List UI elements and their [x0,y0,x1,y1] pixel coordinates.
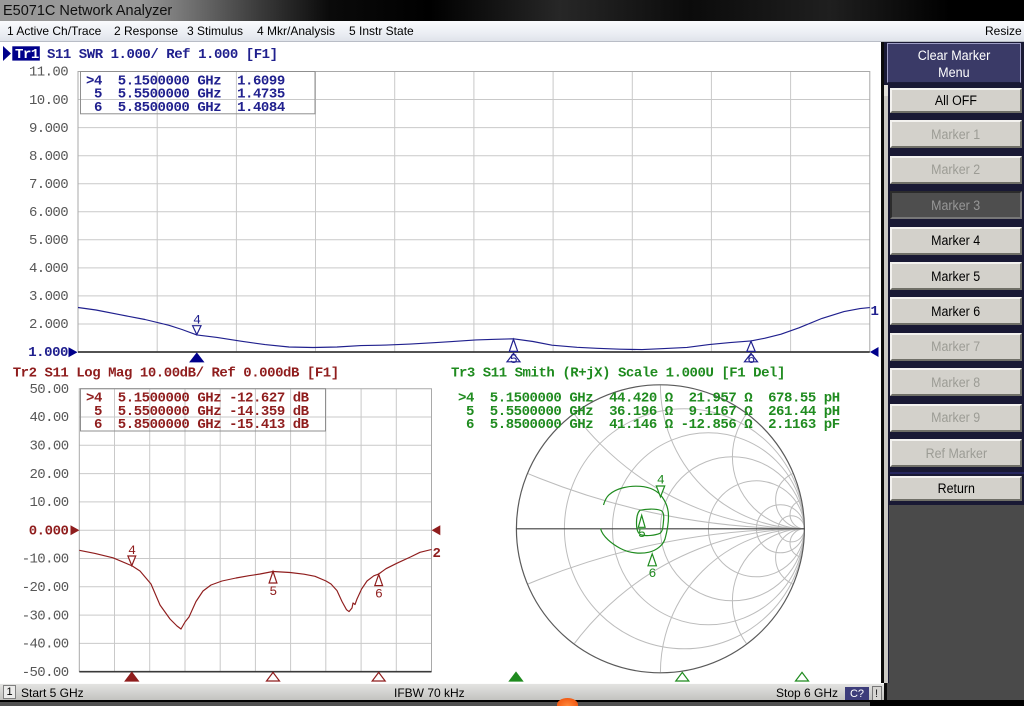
svg-text:2: 2 [433,546,441,562]
svg-text:50.00: 50.00 [29,382,68,398]
svg-text:7.000: 7.000 [29,177,68,193]
svg-text:6.000: 6.000 [29,205,68,221]
svg-text:6: 6 [649,566,656,581]
svg-text:5: 5 [638,526,645,541]
svg-text:11.00: 11.00 [29,65,68,81]
svg-text:8.000: 8.000 [29,149,68,165]
svg-text:30.00: 30.00 [29,439,68,455]
svg-text:Tr3 S11 Smith (R+jX) Scale 1.0: Tr3 S11 Smith (R+jX) Scale 1.000U [F1 De… [451,366,785,382]
svg-text:6 5.8500000 GHz 1.4084: 6 5.8500000 GHz 1.4084 [86,100,285,116]
svg-text:4: 4 [657,473,665,488]
svg-text:S11 SWR 1.000/ Ref 1.000 [F1]: S11 SWR 1.000/ Ref 1.000 [F1] [47,47,278,63]
svg-text:-20.00: -20.00 [22,580,69,596]
svg-text:5: 5 [269,584,276,599]
svg-text:1.000: 1.000 [28,345,68,361]
svg-text:10.00: 10.00 [29,495,68,511]
svg-text:-10.00: -10.00 [22,552,69,568]
svg-text:40.00: 40.00 [29,410,68,426]
svg-text:6: 6 [375,587,382,602]
svg-text:2.000: 2.000 [29,317,68,333]
svg-text:20.00: 20.00 [29,467,68,483]
svg-text:-40.00: -40.00 [22,637,69,653]
svg-text:-50.00: -50.00 [22,665,69,681]
svg-text:6 5.8500000 GHz -15.413 dB: 6 5.8500000 GHz -15.413 dB [86,417,310,433]
svg-text:1: 1 [871,304,879,320]
svg-text:10.00: 10.00 [29,93,68,109]
svg-text:-30.00: -30.00 [22,608,69,624]
svg-text:0.000: 0.000 [29,523,69,539]
svg-text:4.000: 4.000 [29,261,68,277]
svg-text:9.000: 9.000 [29,121,68,137]
svg-text:Tr2 S11 Log Mag 10.00dB/ Ref 0: Tr2 S11 Log Mag 10.00dB/ Ref 0.000dB [F1… [13,366,339,382]
svg-text:5.000: 5.000 [29,233,68,249]
svg-text:6 5.8500000 GHz 41.146 Ω -12: 6 5.8500000 GHz 41.146 Ω -12.856 Ω 2.116… [458,417,840,433]
svg-text:3.000: 3.000 [29,289,68,305]
svg-text:Tr1: Tr1 [15,47,39,63]
